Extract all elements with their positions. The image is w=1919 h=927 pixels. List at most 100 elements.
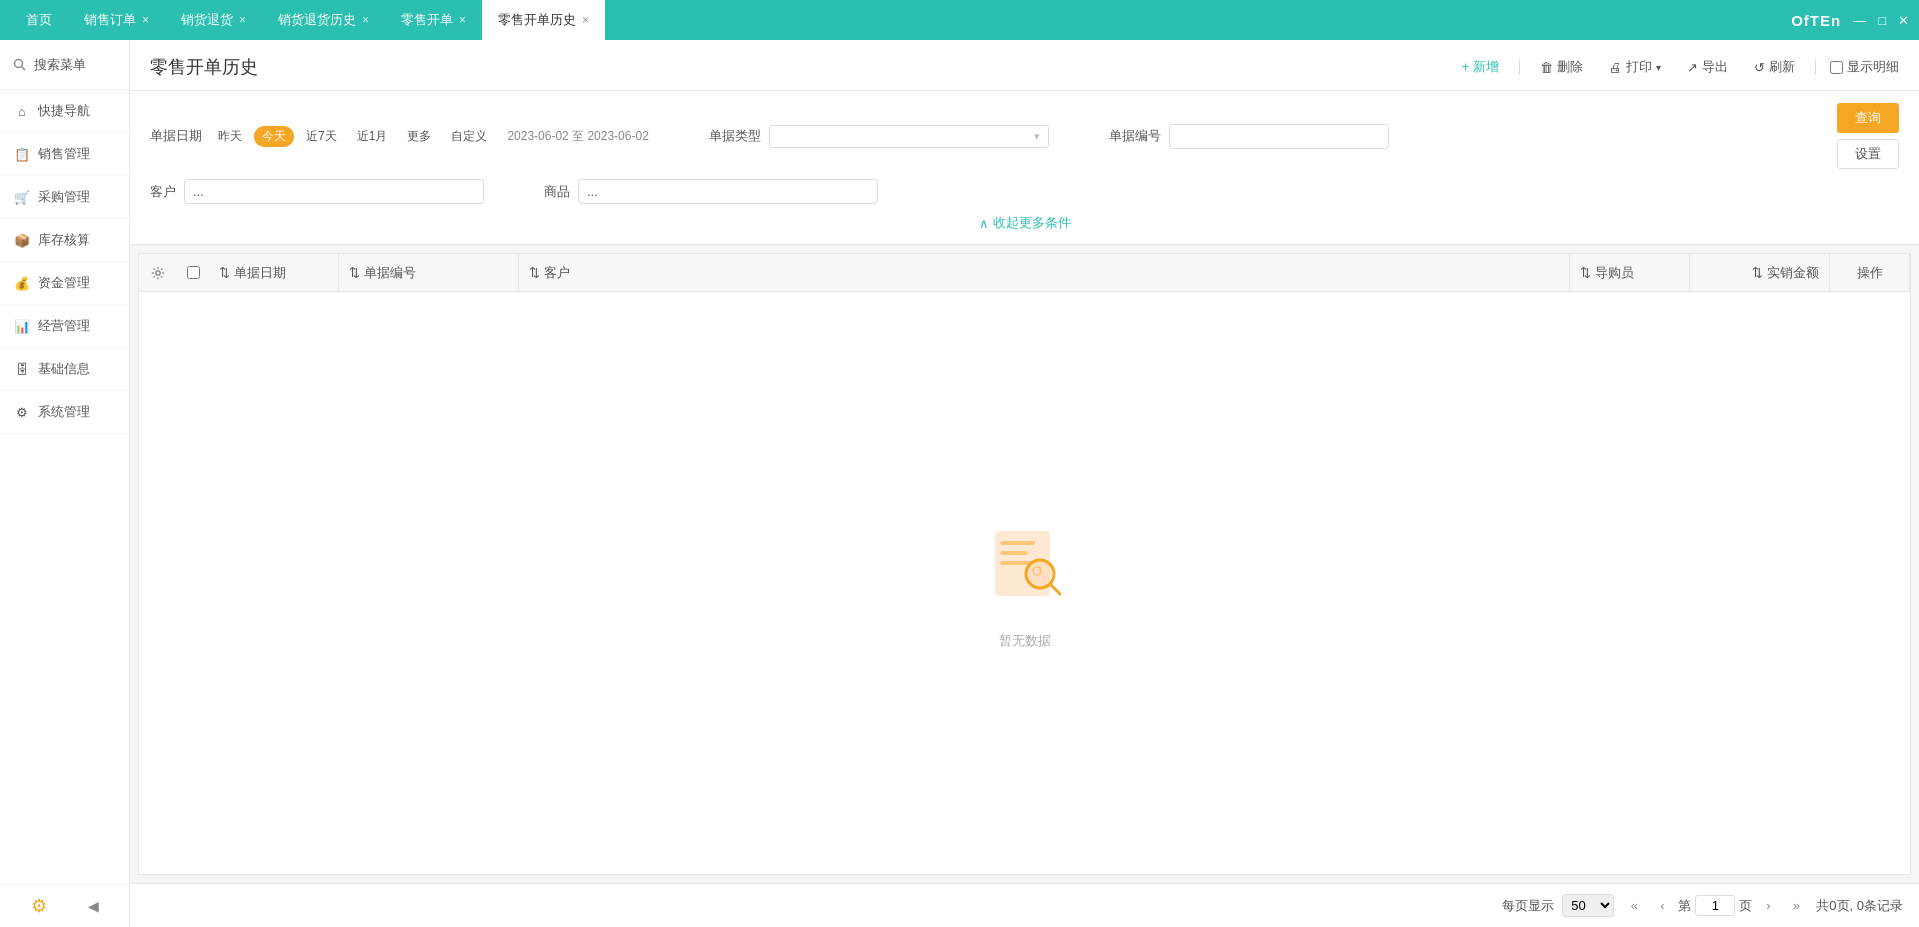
nav-tab-label-home: 首页 [26,11,52,29]
nav-tab-label-sales-order: 销售订单 [84,11,136,29]
date-range-display: 2023-06-02 至 2023-06-02 [507,128,648,145]
th-no[interactable]: ⇅ 单据编号 [339,254,519,291]
page-input[interactable] [1695,895,1735,916]
add-button[interactable]: + 新增 [1456,54,1505,80]
next-page-button[interactable]: › [1756,894,1780,918]
refresh-button[interactable]: ↺ 刷新 [1748,54,1801,80]
empty-illustration [975,516,1075,620]
svg-rect-5 [1000,551,1028,555]
prev-page-button[interactable]: ‹ [1650,894,1674,918]
print-button[interactable]: 🖨 打印 ▾ [1603,54,1667,80]
th-guide[interactable]: ⇅ 导购员 [1570,254,1690,291]
sidebar-item-purchase-mgmt[interactable]: 🛒采购管理 [0,176,129,219]
collapse-icon[interactable]: ◀ [88,898,99,914]
th-amount[interactable]: ⇅ 实销金额 [1690,254,1830,291]
svg-rect-4 [1000,541,1035,545]
maximize-button[interactable]: □ [1878,13,1886,28]
date-btn-昨天[interactable]: 昨天 [210,126,250,147]
sidebar-search[interactable]: 搜索菜单 [0,40,129,90]
nav-tab-label-retail-open: 零售开单 [401,11,453,29]
date-btn-自定义[interactable]: 自定义 [443,126,495,147]
nav-tab-sales-order[interactable]: 销售订单 × [68,0,165,40]
delete-button[interactable]: 🗑 删除 [1534,54,1589,80]
date-btn-近1月[interactable]: 近1月 [349,126,396,147]
last-page-button[interactable]: » [1784,894,1808,918]
toolbar-divider-1 [1519,59,1520,75]
sidebar-item-basic-info[interactable]: 🗄基础信息 [0,348,129,391]
refresh-label: 刷新 [1769,58,1795,76]
svg-point-2 [156,270,160,274]
content-area: 零售开单历史 + 新增 🗑 删除 🖨 打印 ▾ ↗ 导出 ↺ [130,40,1919,927]
table-area: ⇅ 单据日期 ⇅ 单据编号 ⇅ 客户 ⇅ 导购员 ⇅ 实销金额 操作 [138,253,1911,875]
th-customer-label: ⇅ 客户 [529,264,570,282]
display-detail-checkbox[interactable]: 显示明细 [1830,58,1899,76]
date-buttons: 昨天今天近7天近1月更多自定义 [210,126,495,147]
nav-tab-close-sales-return-history[interactable]: × [362,13,369,27]
settings-icon[interactable]: ⚙ [31,895,47,917]
sidebar-item-finance-mgmt[interactable]: 💰资金管理 [0,262,129,305]
th-action-label: 操作 [1857,264,1883,282]
type-select[interactable]: ▾ [769,125,1049,148]
purchase-icon: 🛒 [14,189,30,205]
empty-text: 暂无数据 [999,632,1051,650]
setting-button[interactable]: 设置 [1837,139,1899,169]
page-label: 第 [1678,897,1691,915]
nav-tab-close-sales-order[interactable]: × [142,13,149,27]
export-button[interactable]: ↗ 导出 [1681,54,1734,80]
no-filter-input[interactable] [1169,124,1389,149]
date-btn-今天[interactable]: 今天 [254,126,294,147]
goods-filter-label: 商品 [544,183,570,201]
date-btn-更多[interactable]: 更多 [399,126,439,147]
print-icon: 🖨 [1609,60,1622,75]
filter-type: 单据类型 ▾ [709,125,1049,148]
filter-customer: 客户 ... [150,179,484,204]
table-header: ⇅ 单据日期 ⇅ 单据编号 ⇅ 客户 ⇅ 导购员 ⇅ 实销金额 操作 [139,254,1910,292]
customer-select[interactable]: ... [184,179,484,204]
filter-date: 单据日期 昨天今天近7天近1月更多自定义 2023-06-02 至 2023-0… [150,126,649,147]
sidebar-item-operation-mgmt[interactable]: 📊经营管理 [0,305,129,348]
nav-tab-home[interactable]: 首页 [10,0,68,40]
per-page-select[interactable]: 50 10 20 100 [1562,894,1614,917]
minimize-button[interactable]: — [1853,13,1866,28]
page-header: 零售开单历史 + 新增 🗑 删除 🖨 打印 ▾ ↗ 导出 ↺ [130,40,1919,91]
th-amount-label: ⇅ 实销金额 [1752,264,1819,282]
display-detail-input[interactable] [1830,61,1843,74]
close-button[interactable]: ✕ [1898,13,1909,28]
chevron-up-icon: ∧ [979,216,989,231]
nav-right: OfTEn — □ ✕ [1791,12,1909,29]
sidebar-item-label-inventory: 库存核算 [38,231,90,249]
nav-tab-sales-return-history[interactable]: 销货退货历史× [262,0,385,40]
nav-tab-close-retail-open-history[interactable]: × [582,13,589,27]
th-date[interactable]: ⇅ 单据日期 [209,254,339,291]
nav-tab-retail-open-history[interactable]: 零售开单历史× [482,0,605,40]
home-icon: ⌂ [14,103,30,119]
brand-logo: OfTEn [1791,12,1841,29]
sidebar-item-quick-nav[interactable]: ⌂快捷导航 [0,90,129,133]
sidebar-item-system-mgmt[interactable]: ⚙系统管理 [0,391,129,434]
first-page-button[interactable]: « [1622,894,1646,918]
sidebar: 搜索菜单 ⌂快捷导航📋销售管理🛒采购管理📦库存核算💰资金管理📊经营管理🗄基础信息… [0,40,130,927]
page-nav: « ‹ 第 页 › » [1622,894,1808,918]
nav-tab-close-retail-open[interactable]: × [459,13,466,27]
query-button[interactable]: 查询 [1837,103,1899,133]
customer-select-value: ... [193,184,204,199]
print-label: 打印 [1626,58,1652,76]
th-customer[interactable]: ⇅ 客户 [519,254,1570,291]
sidebar-item-inventory[interactable]: 📦库存核算 [0,219,129,262]
sidebar-item-sales-mgmt[interactable]: 📋销售管理 [0,133,129,176]
toolbar-divider-2 [1815,59,1816,75]
nav-tab-sales-return[interactable]: 销货退货× [165,0,262,40]
svg-line-8 [1050,584,1060,594]
more-conditions-toggle[interactable]: ∧ 收起更多条件 [150,214,1899,232]
goods-select[interactable]: ... [578,179,878,204]
sidebar-item-label-finance-mgmt: 资金管理 [38,274,90,292]
nav-tab-retail-open[interactable]: 零售开单 × [385,0,482,40]
table-select-all[interactable] [177,266,209,279]
date-filter-label: 单据日期 [150,127,202,145]
date-btn-近7天[interactable]: 近7天 [298,126,345,147]
operation-icon: 📊 [14,318,30,334]
nav-tab-close-sales-return[interactable]: × [239,13,246,27]
export-label: 导出 [1702,58,1728,76]
table-settings-button[interactable] [139,266,177,280]
select-all-checkbox[interactable] [187,266,200,279]
